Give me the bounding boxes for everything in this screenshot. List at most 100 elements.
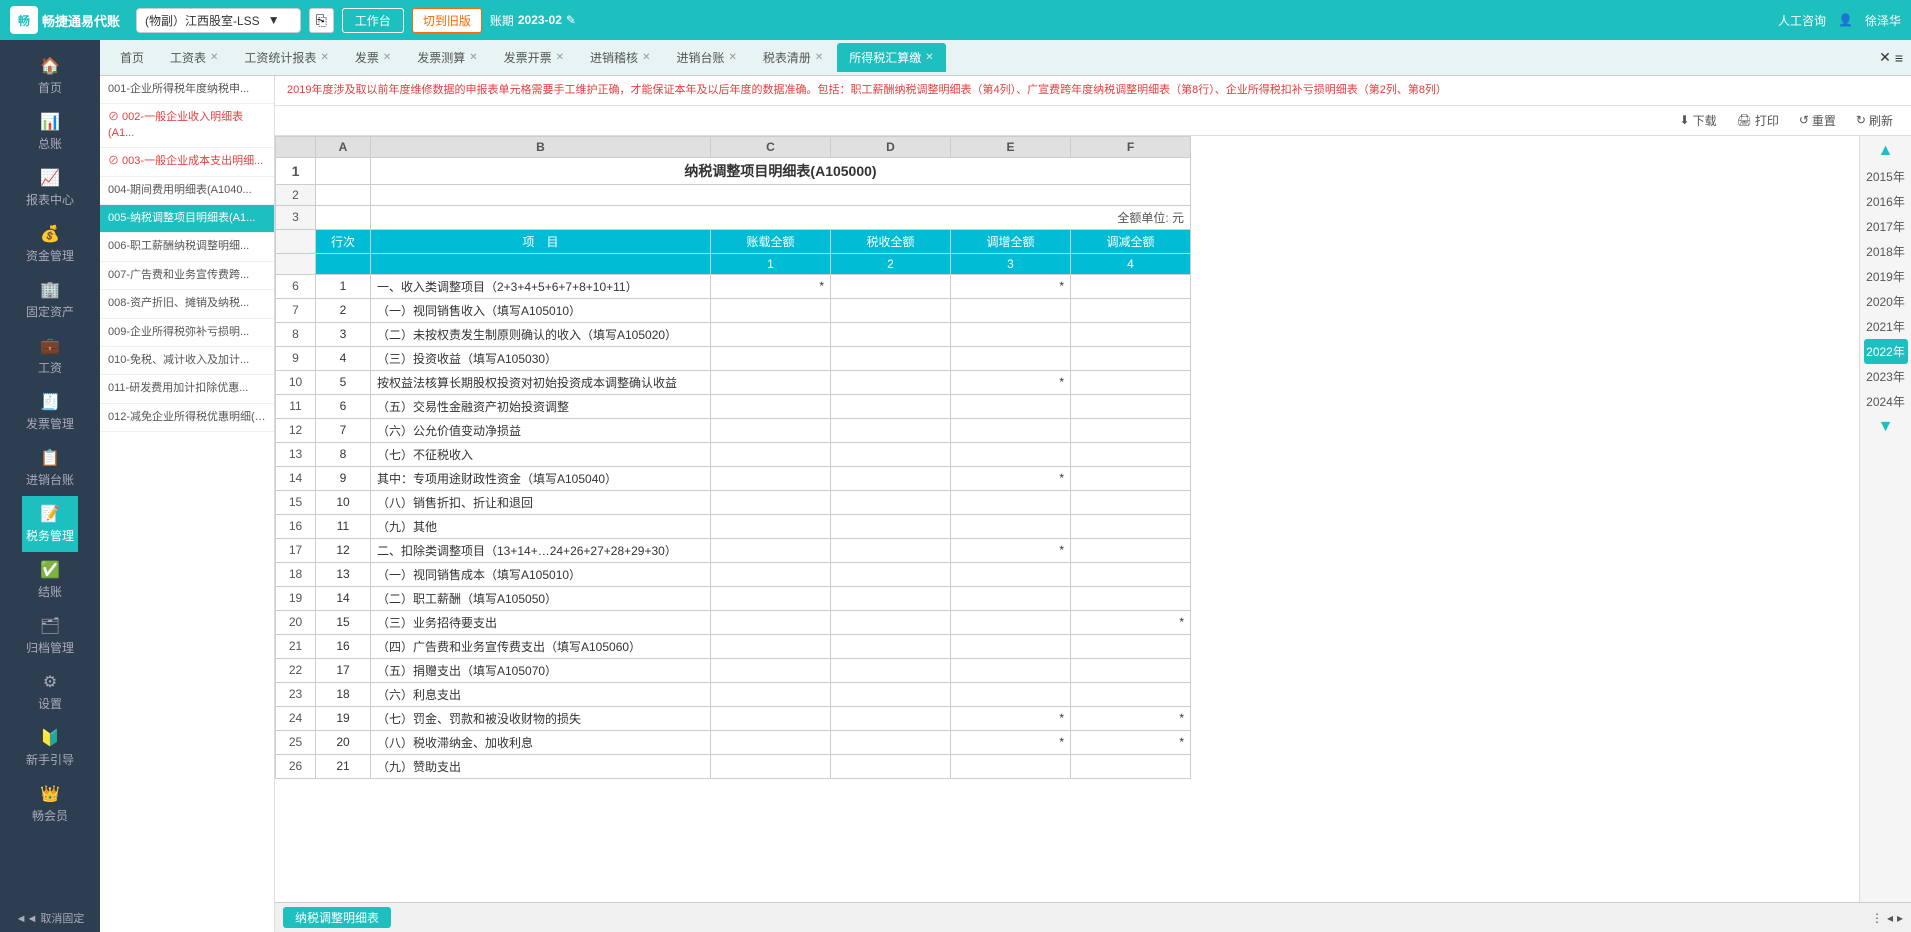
cell-a[interactable]: 20 <box>316 730 371 754</box>
cell-e[interactable] <box>951 298 1071 322</box>
form-list-item-003[interactable]: ⊘ 003-一般企业成本支出明细... <box>100 148 274 176</box>
cell-f[interactable]: * <box>1071 730 1191 754</box>
sidebar-item-invoice[interactable]: 🧾发票管理 <box>22 384 78 440</box>
cell-b[interactable]: （八）税收滞纳金、加收利息 <box>371 730 711 754</box>
scroll-left-btn[interactable]: ⋮ <box>1871 911 1883 925</box>
cell-c[interactable] <box>711 538 831 562</box>
cell-e[interactable] <box>951 322 1071 346</box>
cell-f[interactable] <box>1071 346 1191 370</box>
cell-a[interactable]: 1 <box>316 274 371 298</box>
cell-e[interactable] <box>951 514 1071 538</box>
cell-a[interactable]: 6 <box>316 394 371 418</box>
year-down-btn[interactable]: ▼ <box>1876 416 1896 438</box>
cell-c[interactable] <box>711 730 831 754</box>
cell-a[interactable]: 7 <box>316 418 371 442</box>
cell-e[interactable]: * <box>951 370 1071 394</box>
year-btn-2015年[interactable]: 2015年 <box>1864 164 1908 189</box>
cell-c[interactable] <box>711 370 831 394</box>
tab-close-进销稽核[interactable]: ✕ <box>642 52 650 63</box>
sidebar-item-newguide[interactable]: 🔰新手引导 <box>22 720 78 776</box>
cell-a[interactable]: 21 <box>316 754 371 778</box>
cell-c[interactable] <box>711 442 831 466</box>
cell-d[interactable] <box>831 730 951 754</box>
year-btn-2017年[interactable]: 2017年 <box>1864 214 1908 239</box>
cell-c[interactable] <box>711 610 831 634</box>
cell-a[interactable]: 8 <box>316 442 371 466</box>
cell-b[interactable]: （一）视同销售收入（填写A105010） <box>371 298 711 322</box>
cell-b[interactable]: （六）公允价值变动净损益 <box>371 418 711 442</box>
cell-a[interactable]: 10 <box>316 490 371 514</box>
tab-首页[interactable]: 首页 <box>108 43 156 72</box>
tab-进销稽核[interactable]: 进销稽核✕ <box>578 43 662 72</box>
tab-进销台账[interactable]: 进销台账✕ <box>664 43 748 72</box>
cell-d[interactable] <box>831 418 951 442</box>
cell-f[interactable] <box>1071 466 1191 490</box>
form-list-item-005[interactable]: 005-纳税调整项目明细表(A1... <box>100 205 274 233</box>
tab-menu[interactable]: ≡ <box>1895 50 1903 66</box>
sidebar-item-ledger[interactable]: 📊总账 <box>22 104 78 160</box>
cell-f[interactable] <box>1071 370 1191 394</box>
cell-a[interactable]: 16 <box>316 634 371 658</box>
cell-d[interactable] <box>831 682 951 706</box>
cell-d[interactable] <box>831 658 951 682</box>
cell-f[interactable] <box>1071 322 1191 346</box>
cell-b[interactable]: （七）罚金、罚款和被没收财物的损失 <box>371 706 711 730</box>
cell-b[interactable]: （七）不征税收入 <box>371 442 711 466</box>
cell-a[interactable]: 12 <box>316 538 371 562</box>
cell-f[interactable] <box>1071 490 1191 514</box>
cell-a[interactable]: 18 <box>316 682 371 706</box>
sidebar-item-settle[interactable]: ✅结账 <box>22 552 78 608</box>
year-btn-2018年[interactable]: 2018年 <box>1864 239 1908 264</box>
cell-e[interactable] <box>951 490 1071 514</box>
form-list-item-008[interactable]: 008-资产折旧、摊销及纳税... <box>100 290 274 318</box>
form-list-item-001[interactable]: 001-企业所得税年度纳税申... <box>100 76 274 104</box>
cell-b[interactable]: （八）销售折扣、折让和退回 <box>371 490 711 514</box>
cell-d[interactable] <box>831 346 951 370</box>
cell-d[interactable] <box>831 394 951 418</box>
user-name[interactable]: 徐泽华 <box>1865 12 1901 29</box>
sidebar-item-assets[interactable]: 💰资金管理 <box>22 216 78 272</box>
cell-f[interactable] <box>1071 418 1191 442</box>
form-list-item-009[interactable]: 009-企业所得税弥补亏损明... <box>100 319 274 347</box>
cell-c[interactable] <box>711 514 831 538</box>
refresh-button[interactable]: ↻ 刷新 <box>1850 110 1899 131</box>
cell-b[interactable]: （二）未按权责发生制原则确认的收入（填写A105020） <box>371 322 711 346</box>
cell-c[interactable] <box>711 658 831 682</box>
cell-c[interactable] <box>711 466 831 490</box>
year-btn-2020年[interactable]: 2020年 <box>1864 289 1908 314</box>
cell-b[interactable]: （二）职工薪酬（填写A105050） <box>371 586 711 610</box>
cell-f[interactable] <box>1071 298 1191 322</box>
cell-e[interactable] <box>951 346 1071 370</box>
cell-e[interactable] <box>951 418 1071 442</box>
cell-c[interactable] <box>711 322 831 346</box>
cell-a[interactable]: 2 <box>316 298 371 322</box>
sidebar-item-member[interactable]: 👑畅会员 <box>22 776 78 832</box>
tab-工资统计报表[interactable]: 工资统计报表✕ <box>232 43 340 72</box>
cell-e[interactable] <box>951 682 1071 706</box>
cell-f[interactable] <box>1071 442 1191 466</box>
cell-a[interactable]: 4 <box>316 346 371 370</box>
cell-f[interactable]: * <box>1071 706 1191 730</box>
tab-税表清册[interactable]: 税表清册✕ <box>751 43 835 72</box>
reset-button[interactable]: ↺ 重置 <box>1793 110 1842 131</box>
cell-c[interactable] <box>711 682 831 706</box>
cell-d[interactable] <box>831 514 951 538</box>
copy-btn[interactable]: ⎘ <box>309 8 334 33</box>
cell-f[interactable] <box>1071 538 1191 562</box>
sidebar-item-salary[interactable]: 💼工资 <box>22 328 78 384</box>
tab-发票[interactable]: 发票✕ <box>343 43 403 72</box>
cell-e[interactable]: * <box>951 274 1071 298</box>
cell-e[interactable] <box>951 658 1071 682</box>
form-list-item-012[interactable]: 012-减免企业所得税优惠明细(… <box>100 404 274 432</box>
cell-e[interactable]: * <box>951 730 1071 754</box>
support-btn[interactable]: 人工咨询 <box>1778 12 1826 29</box>
cell-b[interactable]: （五）捐赠支出（填写A105070） <box>371 658 711 682</box>
tab-close-工资表[interactable]: ✕ <box>210 52 218 63</box>
cell-d[interactable] <box>831 754 951 778</box>
year-btn-2021年[interactable]: 2021年 <box>1864 314 1908 339</box>
scroll-nav-left[interactable]: ◂ <box>1887 911 1893 925</box>
cell-a[interactable]: 3 <box>316 322 371 346</box>
tab-发票测算[interactable]: 发票测算✕ <box>405 43 489 72</box>
cell-f[interactable] <box>1071 394 1191 418</box>
form-list-item-002[interactable]: ⊘ 002-一般企业收入明细表(A1... <box>100 104 274 148</box>
